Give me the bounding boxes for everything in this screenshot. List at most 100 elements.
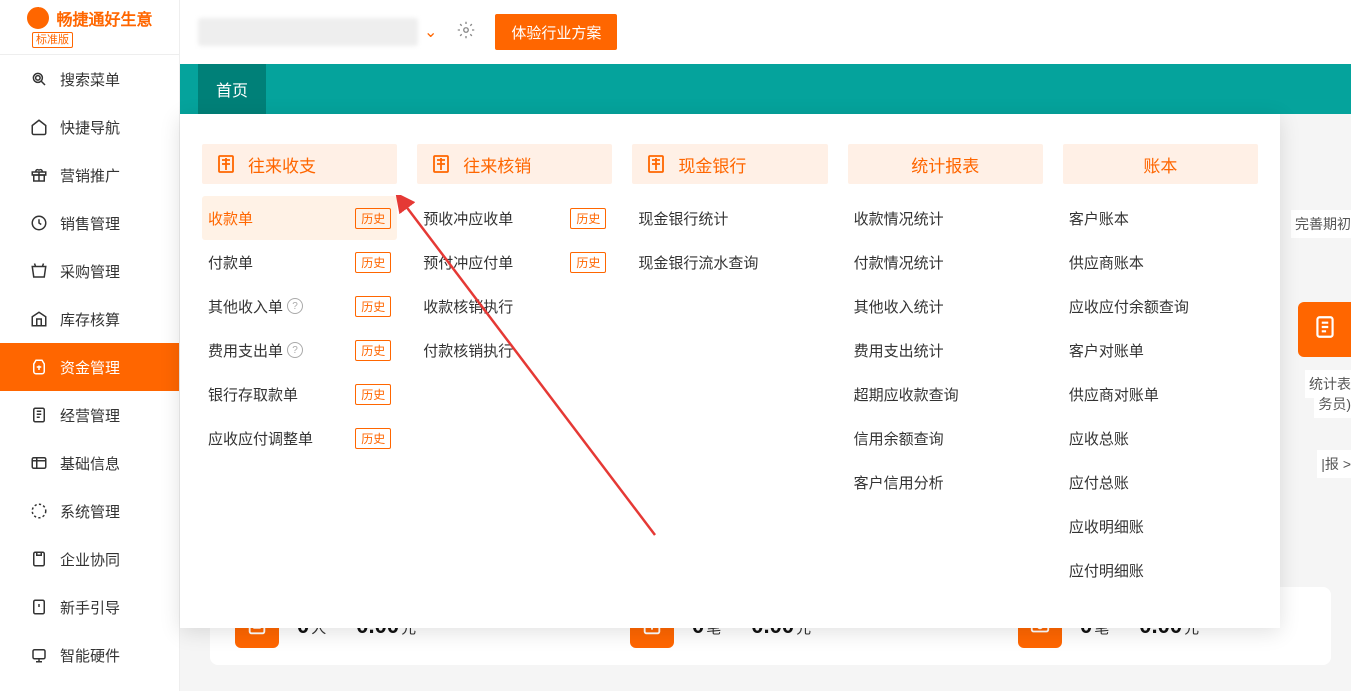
mm-item-label: 现金银行统计	[638, 208, 728, 229]
brand-edition: 标准版	[32, 32, 73, 48]
mm-item[interactable]: 应付明细账	[1063, 548, 1258, 592]
info-icon: ?	[287, 342, 303, 358]
mm-item[interactable]: 现金银行统计	[632, 196, 827, 240]
sidebar-item-search[interactable]: 搜索菜单	[0, 55, 179, 103]
sidebar: 畅捷通好生意 标准版 搜索菜单快捷导航营销推广销售管理采购管理库存核算资金管理经…	[0, 0, 180, 691]
mm-item-label: 信用余额查询	[854, 428, 944, 449]
mm-item-label: 付款情况统计	[854, 252, 944, 273]
mm-item[interactable]: 应收应付调整单历史	[202, 416, 397, 460]
mm-item[interactable]: 应收总账	[1063, 416, 1258, 460]
sidebar-item-coop[interactable]: 企业协同	[0, 535, 179, 583]
mm-item[interactable]: 客户信用分析	[848, 460, 1043, 504]
hw-icon	[30, 646, 48, 664]
mm-item[interactable]: 收款核销执行	[417, 284, 612, 328]
mm-item[interactable]: 应收明细账	[1063, 504, 1258, 548]
mm-item[interactable]: 费用支出统计	[848, 328, 1043, 372]
mm-item-label: 费用支出单	[208, 340, 283, 361]
mm-item[interactable]: 预收冲应收单历史	[417, 196, 612, 240]
mm-item[interactable]: 客户账本	[1063, 196, 1258, 240]
mm-item[interactable]: 信用余额查询	[848, 416, 1043, 460]
right-action-card[interactable]	[1298, 302, 1351, 357]
sidebar-item-guide[interactable]: 新手引导	[0, 583, 179, 631]
mm-section-header: 账本	[1063, 144, 1258, 184]
mm-item-label: 费用支出统计	[854, 340, 944, 361]
history-badge[interactable]: 历史	[355, 428, 391, 449]
fund-megamenu: 往来收支收款单历史付款单历史其他收入单?历史费用支出单?历史银行存取款单历史应收…	[180, 114, 1280, 628]
document-icon	[1312, 314, 1338, 345]
tab-home[interactable]: 首页	[198, 64, 266, 114]
gift-icon	[30, 166, 48, 184]
mm-item[interactable]: 付款单历史	[202, 240, 397, 284]
sidebar-item-gift[interactable]: 营销推广	[0, 151, 179, 199]
brand-name: 畅捷通好生意	[56, 6, 152, 30]
purchase-icon	[30, 262, 48, 280]
mm-item[interactable]: 客户对账单	[1063, 328, 1258, 372]
mm-item[interactable]: 银行存取款单 历史	[202, 372, 397, 416]
mm-section-2: 现金银行现金银行统计现金银行流水查询	[622, 144, 837, 592]
mm-item[interactable]: 超期应收款查询	[848, 372, 1043, 416]
sidebar-item-label: 企业协同	[60, 549, 120, 570]
mm-item[interactable]: 其他收入单?历史	[202, 284, 397, 328]
mm-section-0: 往来收支收款单历史付款单历史其他收入单?历史费用支出单?历史银行存取款单历史应收…	[192, 144, 407, 592]
mm-item[interactable]: 付款核销执行	[417, 328, 612, 372]
mm-item-label: 收款单	[208, 208, 253, 229]
mm-section-3: 统计报表收款情况统计付款情况统计其他收入统计费用支出统计超期应收款查询信用余额查…	[838, 144, 1053, 592]
history-badge[interactable]: 历史	[355, 340, 391, 361]
org-value	[198, 18, 418, 46]
sidebar-item-home[interactable]: 快捷导航	[0, 103, 179, 151]
settings-button[interactable]	[451, 17, 481, 47]
sidebar-item-fund[interactable]: 资金管理	[0, 343, 179, 391]
history-badge[interactable]: 历史	[355, 252, 391, 273]
mm-item[interactable]: 供应商对账单	[1063, 372, 1258, 416]
home-icon	[30, 118, 48, 136]
mm-item[interactable]: 收款单 历史	[202, 196, 397, 240]
sidebar-item-label: 采购管理	[60, 261, 120, 282]
sidebar-item-label: 销售管理	[60, 213, 120, 234]
history-badge[interactable]: 历史	[570, 252, 606, 273]
mm-item-label: 银行存取款单	[208, 384, 298, 405]
guide-icon	[30, 598, 48, 616]
mm-item[interactable]: 供应商账本	[1063, 240, 1258, 284]
history-badge[interactable]: 历史	[355, 384, 391, 405]
mm-item[interactable]: 现金银行流水查询	[632, 240, 827, 284]
mm-item-label: 供应商对账单	[1069, 384, 1159, 405]
brand-logo-icon	[26, 6, 50, 30]
mm-item[interactable]: 费用支出单? 历史	[202, 328, 397, 372]
history-badge[interactable]: 历史	[570, 208, 606, 229]
mm-item[interactable]: 应收应付余额查询	[1063, 284, 1258, 328]
mm-item[interactable]: 预付冲应付单历史	[417, 240, 612, 284]
sidebar-item-stock[interactable]: 库存核算	[0, 295, 179, 343]
history-badge[interactable]: 历史	[355, 296, 391, 317]
mm-section-header: 往来核销	[417, 144, 612, 184]
sidebar-item-label: 智能硬件	[60, 645, 120, 666]
sidebar-item-label: 基础信息	[60, 453, 120, 474]
sidebar-item-label: 营销推广	[60, 165, 120, 186]
mm-item-label: 收款情况统计	[854, 208, 944, 229]
mm-item-label: 现金银行流水查询	[638, 252, 758, 273]
sidebar-item-system[interactable]: 系统管理	[0, 487, 179, 535]
industry-solution-button[interactable]: 体验行业方案	[495, 14, 617, 50]
mm-item[interactable]: 付款情况统计	[848, 240, 1043, 284]
history-badge[interactable]: 历史	[355, 208, 391, 229]
stock-icon	[30, 310, 48, 328]
section-header-icon	[214, 152, 238, 176]
mm-item-label: 超期应收款查询	[854, 384, 959, 405]
sidebar-item-label: 资金管理	[60, 357, 120, 378]
mm-item[interactable]: 应付总账	[1063, 460, 1258, 504]
fund-icon	[30, 358, 48, 376]
mm-item-label: 应付总账	[1069, 472, 1129, 493]
sidebar-item-hw[interactable]: 智能硬件	[0, 631, 179, 679]
sidebar-item-sales[interactable]: 销售管理	[0, 199, 179, 247]
mm-section-header: 往来收支	[202, 144, 397, 184]
sidebar-item-biz[interactable]: 经营管理	[0, 391, 179, 439]
mm-item-label: 应收总账	[1069, 428, 1129, 449]
tabbar: 首页	[180, 64, 1351, 114]
right-fragment-1: 完善期初	[1291, 210, 1351, 238]
mm-item[interactable]: 收款情况统计	[848, 196, 1043, 240]
sidebar-item-purchase[interactable]: 采购管理	[0, 247, 179, 295]
sidebar-item-label: 搜索菜单	[60, 69, 120, 90]
mm-item[interactable]: 其他收入统计	[848, 284, 1043, 328]
sidebar-item-base[interactable]: 基础信息	[0, 439, 179, 487]
org-selector[interactable]: ⌄	[198, 18, 437, 46]
sidebar-item-label: 系统管理	[60, 501, 120, 522]
